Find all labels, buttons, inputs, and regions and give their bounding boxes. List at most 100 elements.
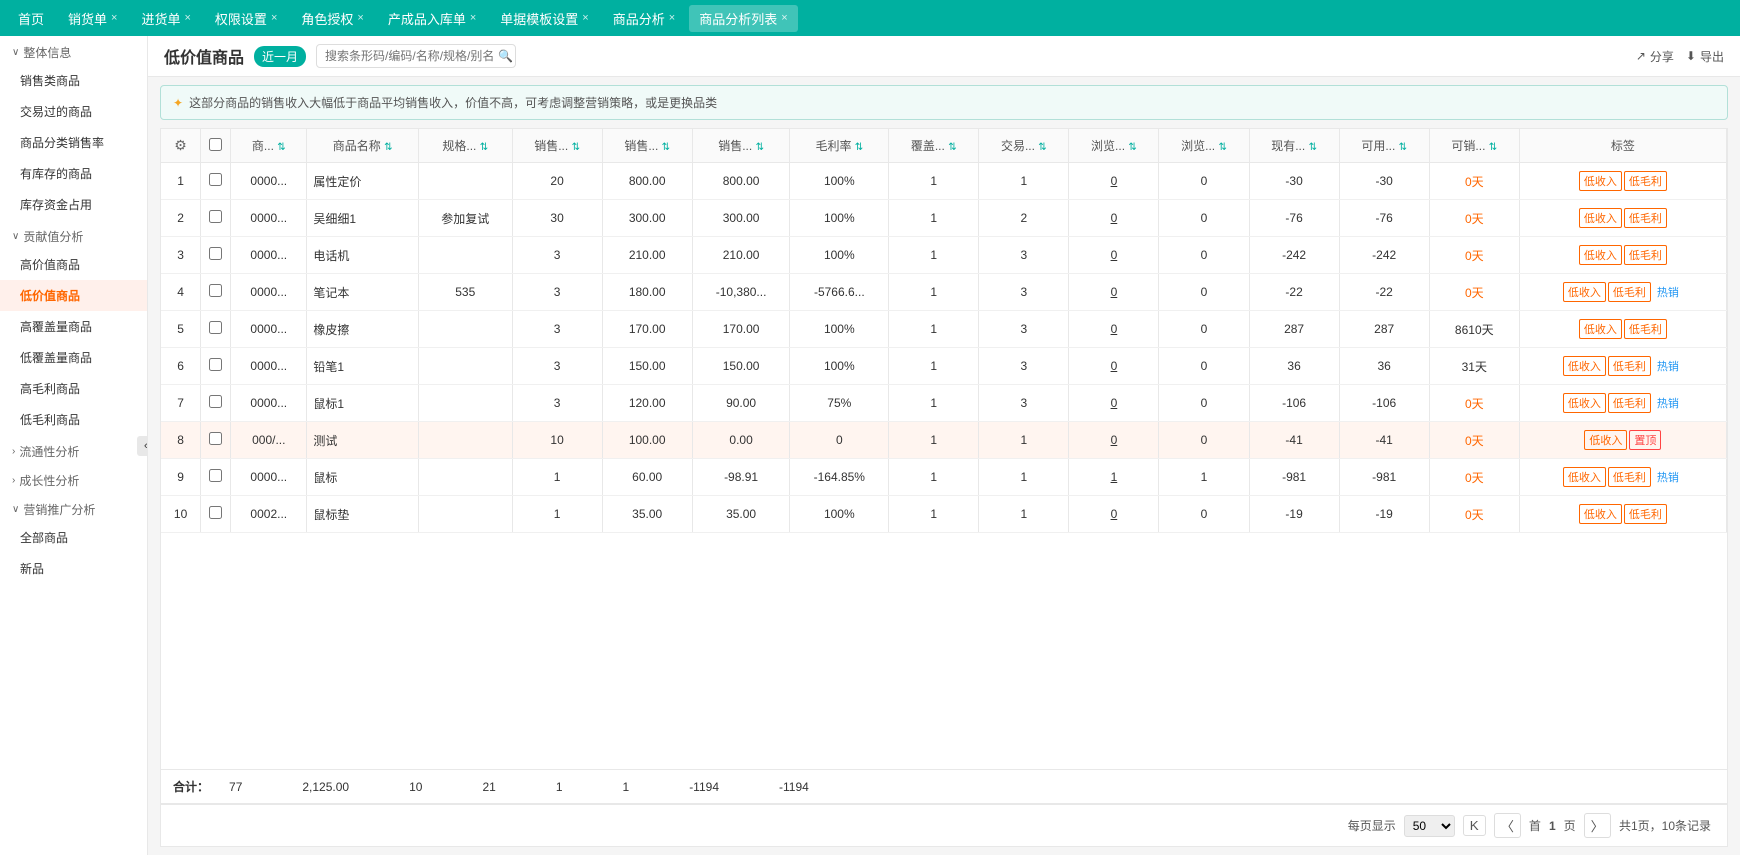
th-available-stock[interactable]: 可用... ⇅ [1339, 129, 1429, 163]
views-link[interactable]: 0 [1111, 359, 1118, 373]
views-link[interactable]: 0 [1111, 248, 1118, 262]
th-views1[interactable]: 浏览... ⇅ [1069, 129, 1159, 163]
sidebar-item-high-margin[interactable]: 高毛利商品 [0, 373, 147, 404]
nav-role-auth[interactable]: 角色授权 × [291, 5, 373, 32]
cell-checkbox[interactable] [201, 311, 231, 348]
gear-icon[interactable]: ⚙ [174, 137, 187, 153]
sidebar-item-low-coverage[interactable]: 低覆盖量商品 [0, 342, 147, 373]
cell-checkbox[interactable] [201, 237, 231, 274]
row-checkbox[interactable] [209, 469, 222, 482]
sidebar-item-category-sales-rate[interactable]: 商品分类销售率 [0, 127, 147, 158]
views-link[interactable]: 0 [1111, 396, 1118, 410]
th-name[interactable]: 商品名称 ⇅ [307, 129, 419, 163]
th-sellable[interactable]: 可销... ⇅ [1429, 129, 1519, 163]
th-spec[interactable]: 规格... ⇅ [418, 129, 512, 163]
search-icon[interactable]: 🔍 [498, 49, 513, 63]
nav-close-icon[interactable]: × [669, 12, 675, 24]
cell-views1[interactable]: 0 [1069, 348, 1159, 385]
th-sales-amount[interactable]: 销售... ⇅ [692, 129, 790, 163]
cell-views1[interactable]: 0 [1069, 237, 1159, 274]
nav-template-settings[interactable]: 单据模板设置 × [490, 5, 598, 32]
sidebar-item-stock-capital[interactable]: 库存资金占用 [0, 189, 147, 220]
period-badge[interactable]: 近一月 [254, 46, 306, 67]
cell-checkbox[interactable] [201, 385, 231, 422]
sidebar-item-low-margin[interactable]: 低毛利商品 [0, 404, 147, 435]
cell-views1[interactable]: 0 [1069, 422, 1159, 459]
next-page-button[interactable]: 〉 [1584, 813, 1611, 838]
cell-checkbox[interactable] [201, 422, 231, 459]
row-checkbox[interactable] [209, 506, 222, 519]
cell-name[interactable]: 属性定价 [307, 163, 419, 200]
th-sales-qty[interactable]: 销售... ⇅ [512, 129, 602, 163]
views-link[interactable]: 0 [1111, 433, 1118, 447]
cell-checkbox[interactable] [201, 163, 231, 200]
select-all-checkbox[interactable] [209, 138, 222, 151]
row-checkbox[interactable] [209, 432, 222, 445]
cell-name[interactable]: 鼠标 [307, 459, 419, 496]
views-link[interactable]: 0 [1111, 322, 1118, 336]
cell-checkbox[interactable] [201, 496, 231, 533]
search-input[interactable] [316, 44, 516, 68]
th-gross-margin[interactable]: 毛利率 ⇅ [790, 129, 889, 163]
sidebar-item-new-products[interactable]: 新品 [0, 553, 147, 584]
nav-permissions[interactable]: 权限设置 × [205, 5, 287, 32]
nav-home[interactable]: 首页 [8, 5, 54, 32]
cell-checkbox[interactable] [201, 348, 231, 385]
sidebar-group-marketing[interactable]: ∨ 营销推广分析 [0, 493, 147, 522]
cell-name[interactable]: 笔记本 [307, 274, 419, 311]
th-views2[interactable]: 浏览... ⇅ [1159, 129, 1249, 163]
cell-views1[interactable]: 0 [1069, 274, 1159, 311]
sidebar-item-all-products[interactable]: 全部商品 [0, 522, 147, 553]
th-checkbox[interactable] [201, 129, 231, 163]
row-checkbox[interactable] [209, 247, 222, 260]
cell-views1[interactable]: 0 [1069, 163, 1159, 200]
row-checkbox[interactable] [209, 395, 222, 408]
sidebar-group-liquidity[interactable]: › 流通性分析 [0, 435, 147, 464]
nav-close-icon[interactable]: × [271, 12, 277, 24]
sidebar-group-growth[interactable]: › 成长性分析 [0, 464, 147, 493]
views-link[interactable]: 1 [1111, 470, 1118, 484]
th-current-stock[interactable]: 现有... ⇅ [1249, 129, 1339, 163]
cell-views1[interactable]: 0 [1069, 385, 1159, 422]
nav-product-analysis-list[interactable]: 商品分析列表 × [689, 5, 797, 32]
th-gear[interactable]: ⚙ [161, 129, 201, 163]
cell-name[interactable]: 橡皮擦 [307, 311, 419, 348]
sidebar-collapse-button[interactable]: « [137, 436, 148, 456]
nav-close-icon[interactable]: × [357, 12, 363, 24]
nav-close-icon[interactable]: × [470, 12, 476, 24]
nav-purchase[interactable]: 进货单 × [131, 5, 200, 32]
cell-views1[interactable]: 0 [1069, 200, 1159, 237]
cell-name[interactable]: 吴细细1 [307, 200, 419, 237]
sidebar-item-traded-products[interactable]: 交易过的商品 [0, 96, 147, 127]
nav-sales-order[interactable]: 销货单 × [58, 5, 127, 32]
th-code[interactable]: 商... ⇅ [231, 129, 307, 163]
row-checkbox[interactable] [209, 210, 222, 223]
sidebar-item-high-value[interactable]: 高价值商品 [0, 249, 147, 280]
row-checkbox[interactable] [209, 321, 222, 334]
sidebar-group-contribution[interactable]: ∨ 贡献值分析 [0, 220, 147, 249]
nav-close-icon[interactable]: × [582, 12, 588, 24]
cell-name[interactable]: 电话机 [307, 237, 419, 274]
sidebar-item-in-stock-products[interactable]: 有库存的商品 [0, 158, 147, 189]
views-link[interactable]: 0 [1111, 507, 1118, 521]
sidebar-group-overall[interactable]: ∨ 整体信息 [0, 36, 147, 65]
share-button[interactable]: ↗ 分享 [1636, 48, 1674, 65]
nav-product-warehouse[interactable]: 产成品入库单 × [378, 5, 486, 32]
th-transactions[interactable]: 交易... ⇅ [979, 129, 1069, 163]
sidebar-item-high-coverage[interactable]: 高覆盖量商品 [0, 311, 147, 342]
nav-product-analysis[interactable]: 商品分析 × [603, 5, 685, 32]
cell-name[interactable]: 鼠标1 [307, 385, 419, 422]
cell-checkbox[interactable] [201, 274, 231, 311]
th-coverage[interactable]: 覆盖... ⇅ [889, 129, 979, 163]
cell-name[interactable]: 测试 [307, 422, 419, 459]
cell-checkbox[interactable] [201, 200, 231, 237]
nav-close-icon[interactable]: × [111, 12, 117, 24]
cell-views1[interactable]: 0 [1069, 311, 1159, 348]
row-checkbox[interactable] [209, 358, 222, 371]
table-container[interactable]: ⚙ 商... ⇅ 商品名称 ⇅ 规格... ⇅ 销售... ⇅ 销售... ⇅ … [160, 128, 1728, 770]
cell-views1[interactable]: 1 [1069, 459, 1159, 496]
views-link[interactable]: 0 [1111, 174, 1118, 188]
row-checkbox[interactable] [209, 173, 222, 186]
cell-name[interactable]: 鼠标垫 [307, 496, 419, 533]
nav-close-icon[interactable]: × [781, 12, 787, 24]
